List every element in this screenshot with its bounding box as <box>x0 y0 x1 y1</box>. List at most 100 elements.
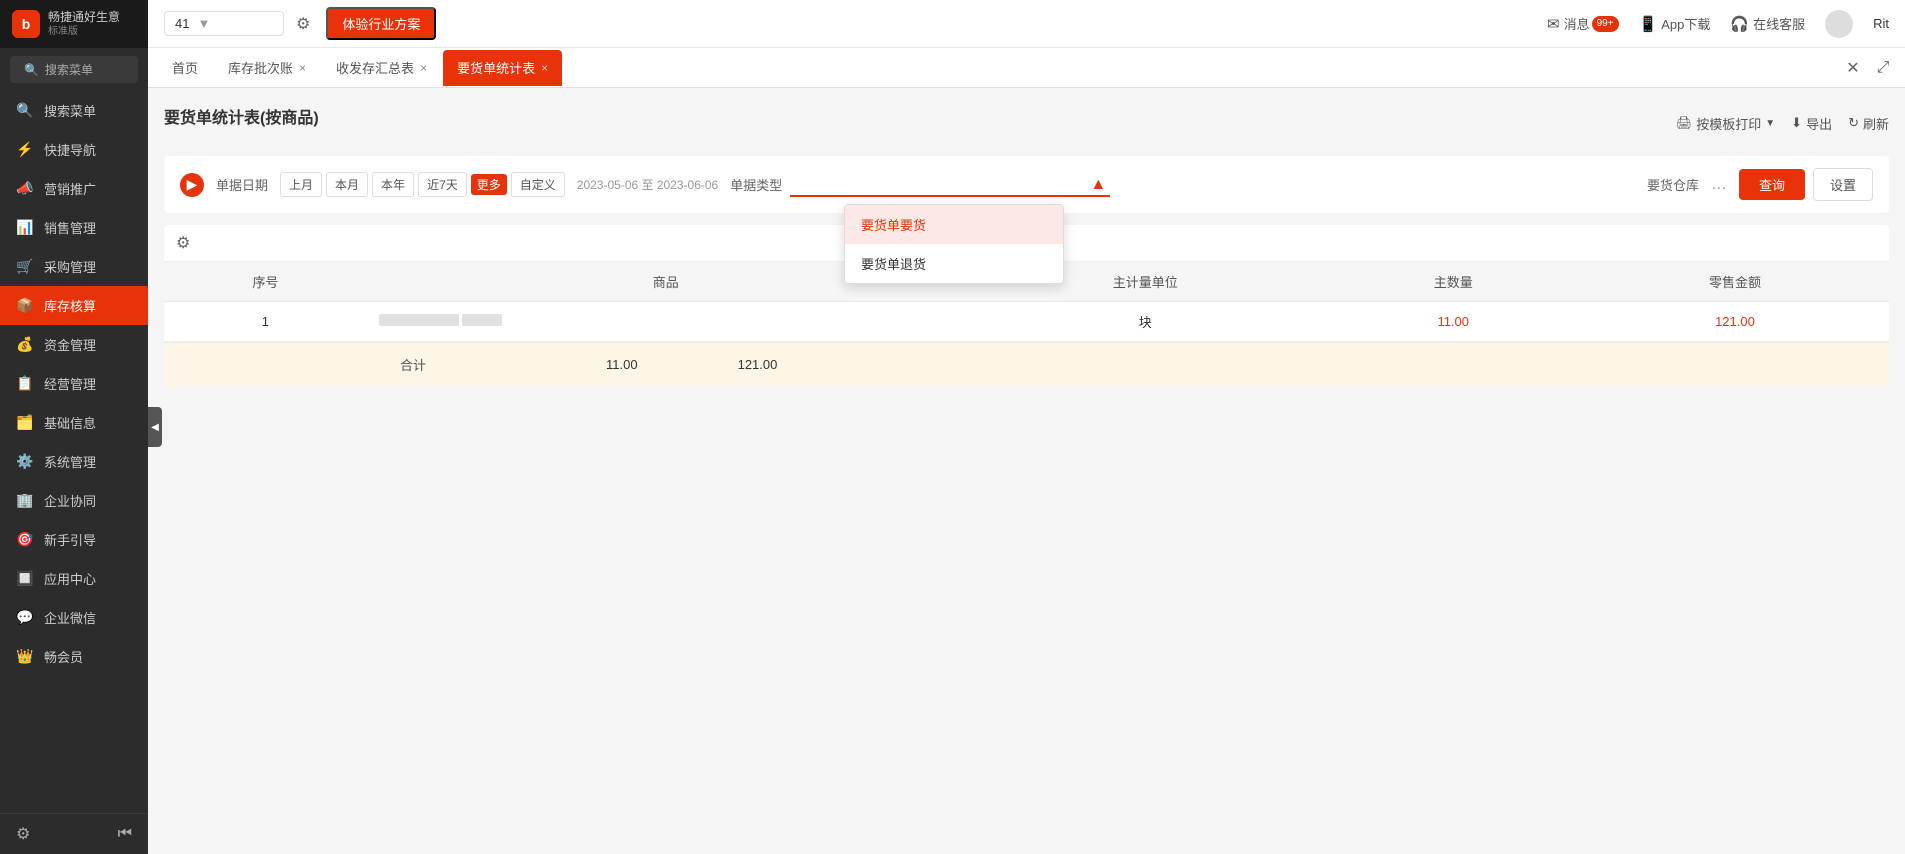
dropdown-item-requisition-return[interactable]: 要货单退货 <box>845 244 1063 283</box>
tab-home[interactable]: 首页 <box>158 50 212 86</box>
main: 41 ▼ ⚙ 体验行业方案 ✉ 消息 99+ 📱 App下载 🎧 在线客服 Ri… <box>148 0 1905 854</box>
nav-label-operation: 经营管理 <box>44 374 96 393</box>
tab-inventory-batch[interactable]: 库存批次账× <box>214 50 320 86</box>
headset-icon: 🎧 <box>1730 15 1749 33</box>
this-month-btn[interactable]: 本月 <box>326 172 368 197</box>
page-content: 要货单统计表(按商品) 🖨 按模板打印 ▼ ⬇ 导出 ↻ 刷新 <box>148 88 1905 854</box>
sidebar-item-finance[interactable]: 💰资金管理 <box>0 325 148 364</box>
settings-icon[interactable]: ⚙ <box>16 824 30 844</box>
nav-icon-finance: 💰 <box>16 336 34 354</box>
search-icon: 🔍 <box>24 63 39 77</box>
user-name: Rit <box>1873 16 1889 31</box>
store-selector[interactable]: 41 ▼ <box>164 11 284 36</box>
store-arrow-icon: ▼ <box>197 16 210 31</box>
service-btn[interactable]: 🎧 在线客服 <box>1730 14 1805 33</box>
recent-btn[interactable]: 近7天 <box>418 172 467 197</box>
cell-seq: 1 <box>164 302 367 342</box>
sidebar-bottom: ⚙ ⏮ <box>0 813 148 854</box>
nav-label-member: 畅会员 <box>44 647 83 666</box>
topbar: 41 ▼ ⚙ 体验行业方案 ✉ 消息 99+ 📱 App下载 🎧 在线客服 Ri… <box>148 0 1905 48</box>
close-all-btn[interactable]: ✕ <box>1841 56 1865 80</box>
sidebar-item-system[interactable]: ⚙️ 系统管理 <box>0 442 148 481</box>
sidebar-item-quick-nav[interactable]: ⚡快捷导航 <box>0 130 148 169</box>
sidebar-item-operation[interactable]: 📋经营管理 <box>0 364 148 403</box>
app-label: App下载 <box>1661 14 1710 33</box>
type-label: 单据类型 <box>730 175 782 194</box>
tab-close-requisition-stat[interactable]: × <box>541 61 548 75</box>
sidebar-collapse-btn[interactable]: ◀ <box>148 407 162 447</box>
sidebar-item-enterprise[interactable]: 🏢企业协同 <box>0 481 148 520</box>
type-input[interactable] <box>790 172 1110 197</box>
sidebar-item-guide[interactable]: 🎯 新手引导 <box>0 520 148 559</box>
sidebar-item-search[interactable]: 🔍搜索菜单 <box>0 91 148 130</box>
tab-receive-summary[interactable]: 收发存汇总表× <box>322 50 441 86</box>
export-btn[interactable]: ⬇ 导出 <box>1791 114 1832 133</box>
query-button[interactable]: 查询 <box>1739 169 1805 200</box>
app-logo-text: 畅捷通好生意 标准版 <box>48 10 120 39</box>
sidebar-item-member[interactable]: 👑畅会员 <box>0 637 148 676</box>
maximize-btn[interactable]: ⤢ <box>1871 56 1895 80</box>
app-download-btn[interactable]: 📱 App下载 <box>1639 14 1711 33</box>
sidebar-item-wechat[interactable]: 💬企业微信 <box>0 598 148 637</box>
sidebar-logo: b 畅捷通好生意 标准版 <box>0 0 148 48</box>
nav-icon-appstore: 🔲 <box>16 570 34 588</box>
refresh-icon: ↻ <box>1848 115 1859 131</box>
nav-icon-guide: 🎯 <box>16 531 34 549</box>
type-input-wrap: ▲ <box>790 172 1110 197</box>
page-actions: 🖨 按模板打印 ▼ ⬇ 导出 ↻ 刷新 <box>1676 114 1889 133</box>
footer-label: 合计 <box>400 355 426 374</box>
nav-label-appstore: 应用中心 <box>44 569 96 588</box>
more-date-badge[interactable]: 更多 <box>471 174 507 195</box>
custom-date-btn[interactable]: 自定义 <box>511 172 565 197</box>
sidebar-nav: 🔍搜索菜单⚡快捷导航📣营销推广📊销售管理🛒采购管理📦库存核算💰资金管理📋经营管理… <box>0 91 148 813</box>
prev-month-btn[interactable]: 上月 <box>280 172 322 197</box>
nav-label-basic: 基础信息 <box>44 413 96 432</box>
col-header: 序号 <box>164 262 367 302</box>
topbar-settings-icon[interactable]: ⚙ <box>296 14 310 34</box>
footer-qty: 11.00 <box>606 357 638 372</box>
nav-label-inventory: 库存核算 <box>44 296 96 315</box>
print-btn[interactable]: 🖨 按模板打印 ▼ <box>1676 114 1775 133</box>
filter-expand-btn[interactable]: ▶ <box>180 173 204 197</box>
settings-button[interactable]: 设置 <box>1813 168 1873 201</box>
sidebar-item-basic[interactable]: 🗂️基础信息 <box>0 403 148 442</box>
dropdown-item-requisition-order[interactable]: 要货单要货 <box>845 205 1063 244</box>
nav-label-guide: 新手引导 <box>44 530 96 549</box>
cell-amount: 121.00 <box>1581 302 1889 342</box>
table-footer: 合计 11.00 121.00 <box>164 342 1889 386</box>
nav-icon-wechat: 💬 <box>16 609 34 627</box>
type-arrow-icon[interactable]: ▲ <box>1090 176 1106 194</box>
user-avatar[interactable] <box>1825 10 1853 38</box>
messages-btn[interactable]: ✉ 消息 99+ <box>1547 14 1619 33</box>
table-settings-icon[interactable]: ⚙ <box>176 233 190 253</box>
sidebar-item-inventory[interactable]: 📦库存核算 <box>0 286 148 325</box>
warehouse-more-btn[interactable]: … <box>1711 176 1727 194</box>
nav-icon-enterprise: 🏢 <box>16 492 34 510</box>
tab-close-receive-summary[interactable]: × <box>420 61 427 75</box>
sidebar-search[interactable]: 🔍 搜索菜单 <box>10 56 138 83</box>
print-arrow-icon: ▼ <box>1765 118 1775 129</box>
tab-requisition-stat[interactable]: 要货单统计表× <box>443 50 562 86</box>
nav-label-system: 系统管理 <box>44 452 96 471</box>
topbar-right: ✉ 消息 99+ 📱 App下载 🎧 在线客服 Rit <box>1547 10 1889 38</box>
type-dropdown: 要货单要货要货单退货 <box>844 204 1064 284</box>
collapse-icon[interactable]: ⏮ <box>118 825 132 843</box>
footer-amount: 121.00 <box>738 357 778 372</box>
page-title: 要货单统计表(按商品) <box>164 104 319 128</box>
tab-close-inventory-batch[interactable]: × <box>299 61 306 75</box>
message-icon: ✉ <box>1547 15 1560 33</box>
sidebar-item-purchase[interactable]: 🛒采购管理 <box>0 247 148 286</box>
promo-button[interactable]: 体验行业方案 <box>326 7 436 40</box>
table-row: 1 块 11.00 121.00 <box>164 302 1889 342</box>
filter-row: ▶ 单据日期 上月 本月 本年 近7天 更多 自定义 2023-05-06 至 … <box>180 168 1873 201</box>
nav-label-marketing: 营销推广 <box>44 179 96 198</box>
sidebar-item-appstore[interactable]: 🔲 应用中心 <box>0 559 148 598</box>
this-year-btn[interactable]: 本年 <box>372 172 414 197</box>
col-header: 零售金额 <box>1581 262 1889 302</box>
sidebar-item-sales[interactable]: 📊销售管理 <box>0 208 148 247</box>
sidebar-item-marketing[interactable]: 📣营销推广 <box>0 169 148 208</box>
refresh-btn[interactable]: ↻ 刷新 <box>1848 114 1889 133</box>
nav-icon-system: ⚙️ <box>16 453 34 471</box>
app-logo-icon: b <box>12 10 40 38</box>
col-header: 主数量 <box>1326 262 1581 302</box>
